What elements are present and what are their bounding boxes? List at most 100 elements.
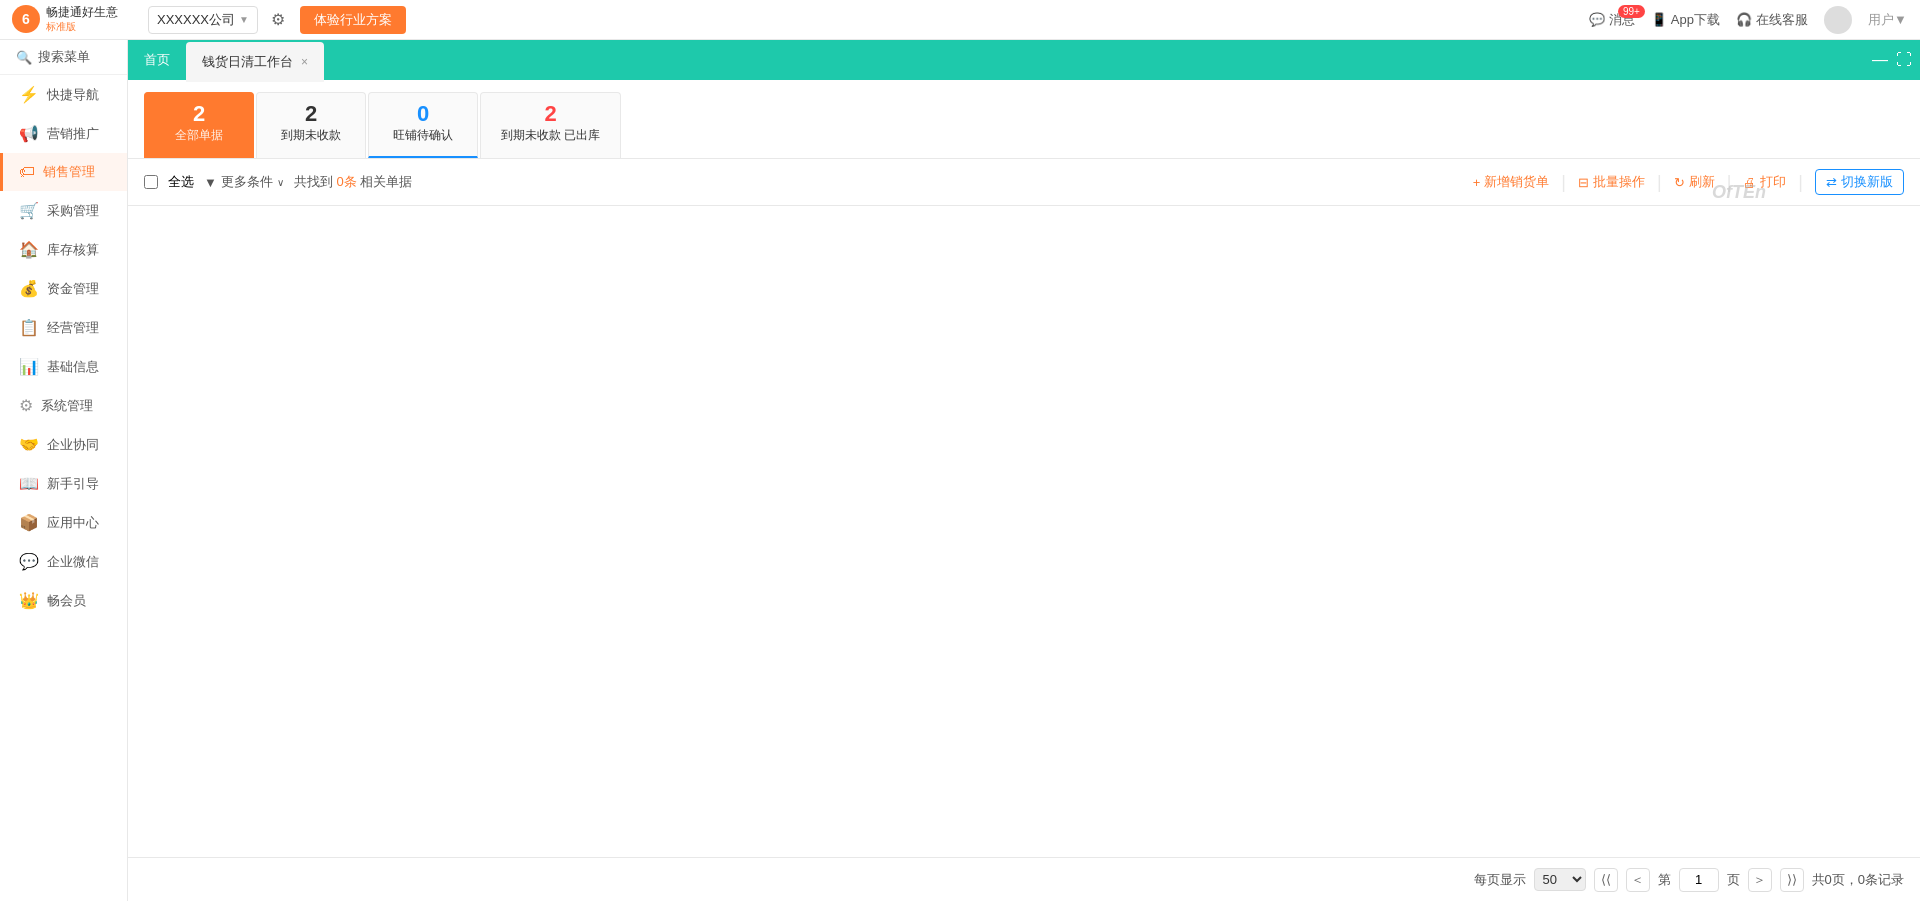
stat-label-all: 全部单据 xyxy=(175,128,223,142)
page-num-input[interactable] xyxy=(1679,868,1719,892)
marketing-icon: 📢 xyxy=(19,124,39,143)
filter-button[interactable]: ▼ 更多条件 ∨ xyxy=(204,173,284,191)
company-dropdown-icon: ▼ xyxy=(239,14,249,25)
stat-tab-overdue-shipped[interactable]: 2 到期未收款 已出库 xyxy=(480,92,621,158)
purchase-icon: 🛒 xyxy=(19,201,39,220)
tab-home-label: 首页 xyxy=(144,51,170,69)
search-menu[interactable]: 🔍 搜索菜单 xyxy=(16,48,111,66)
sidebar-item-sales[interactable]: 🏷 销售管理 xyxy=(0,153,127,191)
pagination-bar: 每页显示 50 20 100 ⟨⟨ ＜ 第 页 ＞ ⟩⟩ 共0页，0条记录 xyxy=(128,857,1920,901)
logo-icon: 6 xyxy=(12,5,40,33)
page-size-label: 每页显示 xyxy=(1474,871,1526,889)
avatar-name[interactable]: 用户▼ xyxy=(1868,6,1908,34)
add-sale-order-button[interactable]: + 新增销货单 xyxy=(1473,173,1550,191)
sidebar-label-wechat: 企业微信 xyxy=(47,553,99,571)
sidebar-item-inventory[interactable]: 🏠 库存核算 xyxy=(0,230,127,269)
refresh-label: 刷新 xyxy=(1689,173,1715,191)
stat-tab-overdue[interactable]: 2 到期未收款 xyxy=(256,92,366,158)
sidebar-item-marketing[interactable]: 📢 营销推广 xyxy=(0,114,127,153)
tab-minimize-btn[interactable]: — xyxy=(1872,51,1888,69)
switch-label: 切换新版 xyxy=(1841,173,1893,191)
sidebar-item-enterprise[interactable]: 🤝 企业协同 xyxy=(0,425,127,464)
message-item[interactable]: 💬 消息 99+ xyxy=(1589,11,1635,29)
sidebar-label-base-info: 基础信息 xyxy=(47,358,99,376)
tab-close-icon[interactable]: × xyxy=(301,55,308,69)
toolbar: 全选 ▼ 更多条件 ∨ 共找到 0条 相关单据 + 新增销货单 | xyxy=(128,159,1920,206)
print-label: 打印 xyxy=(1760,173,1786,191)
sidebar-item-capital[interactable]: 💰 资金管理 xyxy=(0,269,127,308)
switch-new-version-button[interactable]: ⇄ 切换新版 xyxy=(1815,169,1904,195)
search-label: 搜索菜单 xyxy=(38,48,90,66)
filter-icon: ▼ xyxy=(204,175,217,190)
found-count: 0条 xyxy=(337,174,357,189)
stat-tab-all[interactable]: 2 全部单据 xyxy=(144,92,254,158)
last-page-btn[interactable]: ⟩⟩ xyxy=(1780,868,1804,892)
divider-3: | xyxy=(1727,172,1732,193)
batch-operation-button[interactable]: ⊟ 批量操作 xyxy=(1578,173,1645,191)
sidebar-item-purchase[interactable]: 🛒 采购管理 xyxy=(0,191,127,230)
sales-icon: 🏷 xyxy=(19,163,35,181)
message-icon: 💬 xyxy=(1589,12,1605,27)
batch-icon: ⊟ xyxy=(1578,175,1589,190)
stat-tab-wangpu[interactable]: 0 旺铺待确认 xyxy=(368,92,478,158)
next-page-btn[interactable]: ＞ xyxy=(1748,868,1772,892)
tab-home[interactable]: 首页 xyxy=(128,40,186,80)
refresh-icon: ↻ xyxy=(1674,175,1685,190)
tab-work-bench[interactable]: 钱货日清工作台 × xyxy=(186,42,324,82)
page-size-select[interactable]: 50 20 100 xyxy=(1534,868,1586,891)
sidebar-label-sales: 销售管理 xyxy=(43,163,95,181)
enterprise-icon: 🤝 xyxy=(19,435,39,454)
app-download-item[interactable]: 📱 App下载 xyxy=(1651,11,1720,29)
message-badge: 99+ xyxy=(1618,5,1645,18)
member-icon: 👑 xyxy=(19,591,39,610)
company-selector[interactable]: XXXXXX公司 ▼ xyxy=(148,6,258,34)
tab-maximize-btn[interactable]: ⛶ xyxy=(1896,51,1912,69)
sidebar-label-guide: 新手引导 xyxy=(47,475,99,493)
prev-page-btn[interactable]: ＜ xyxy=(1626,868,1650,892)
page-content: 2 全部单据 2 到期未收款 0 旺铺待确认 2 到期未收款 已出库 xyxy=(128,80,1920,901)
sidebar-label-app-center: 应用中心 xyxy=(47,514,99,532)
print-button[interactable]: 🖨 打印 xyxy=(1743,173,1786,191)
experience-button[interactable]: 体验行业方案 xyxy=(300,6,406,34)
sidebar-label-quick-nav: 快捷导航 xyxy=(47,86,99,104)
divider-4: | xyxy=(1798,172,1803,193)
sidebar-item-app-center[interactable]: 📦 应用中心 xyxy=(0,503,127,542)
tab-work-bench-label: 钱货日清工作台 xyxy=(202,53,293,71)
sidebar-search-area[interactable]: 🔍 搜索菜单 xyxy=(0,40,127,75)
print-icon: 🖨 xyxy=(1743,175,1756,190)
header-right: 💬 消息 99+ 📱 App下载 🎧 在线客服 用户▼ xyxy=(1589,6,1908,34)
logo-sub: 标准版 xyxy=(46,20,118,34)
avatar[interactable] xyxy=(1824,6,1852,34)
divider-2: | xyxy=(1657,172,1662,193)
select-all-label: 全选 xyxy=(168,173,194,191)
sidebar-item-system[interactable]: ⚙ 系统管理 xyxy=(0,386,127,425)
sidebar-item-base-info[interactable]: 📊 基础信息 xyxy=(0,347,127,386)
phone-icon: 📱 xyxy=(1651,12,1667,27)
stat-num-overdue: 2 xyxy=(277,101,345,127)
main-layout: 🔍 搜索菜单 ⚡ 快捷导航 📢 营销推广 🏷 销售管理 🛒 采购管理 🏠 库存核… xyxy=(0,40,1920,901)
sidebar-item-quick-nav[interactable]: ⚡ 快捷导航 xyxy=(0,75,127,114)
found-text: 共找到 0条 相关单据 xyxy=(294,173,412,191)
select-all-checkbox[interactable] xyxy=(144,175,158,189)
logo-area: 6 畅捷通好生意 标准版 xyxy=(12,5,140,33)
stat-num-wangpu: 0 xyxy=(389,101,457,127)
settings-icon[interactable]: ⚙ xyxy=(264,6,292,34)
stat-label-overdue: 到期未收款 xyxy=(281,128,341,142)
stat-label-overdue-shipped: 到期未收款 已出库 xyxy=(501,128,600,142)
first-page-btn[interactable]: ⟨⟨ xyxy=(1594,868,1618,892)
sidebar-item-operation[interactable]: 📋 经营管理 xyxy=(0,308,127,347)
online-service-item[interactable]: 🎧 在线客服 xyxy=(1736,11,1808,29)
inventory-icon: 🏠 xyxy=(19,240,39,259)
logo-name: 畅捷通好生意 xyxy=(46,5,118,19)
refresh-button[interactable]: ↻ 刷新 xyxy=(1674,173,1715,191)
sidebar-item-wechat[interactable]: 💬 企业微信 xyxy=(0,542,127,581)
sidebar-item-guide[interactable]: 📖 新手引导 xyxy=(0,464,127,503)
filter-label: 更多条件 xyxy=(221,173,273,191)
stat-label-wangpu: 旺铺待确认 xyxy=(393,128,453,142)
toolbar-left: 全选 ▼ 更多条件 ∨ 共找到 0条 相关单据 xyxy=(144,173,412,191)
sidebar-item-member[interactable]: 👑 畅会员 xyxy=(0,581,127,620)
wechat-icon: 💬 xyxy=(19,552,39,571)
switch-icon: ⇄ xyxy=(1826,175,1837,190)
plus-icon: + xyxy=(1473,175,1481,190)
tab-bar: 首页 钱货日清工作台 × — ⛶ xyxy=(128,40,1920,80)
